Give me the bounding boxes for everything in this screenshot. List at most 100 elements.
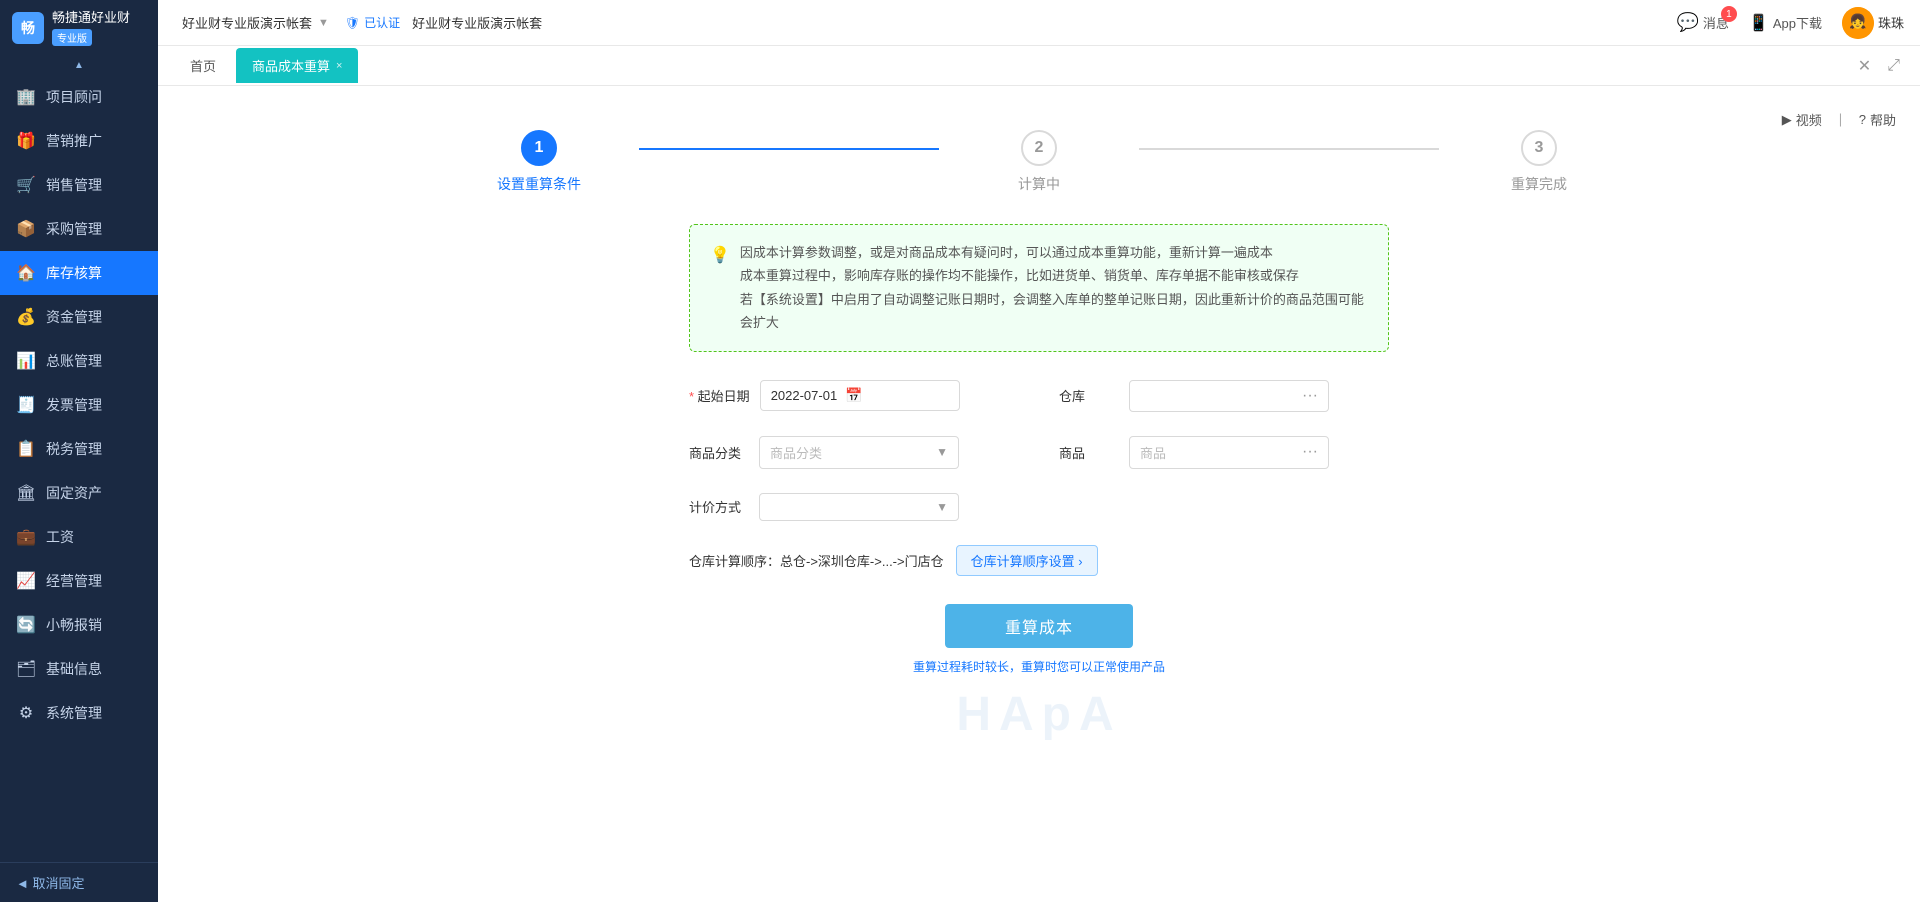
step-3: 3 重算完成 xyxy=(1439,130,1639,194)
content-area: ▶ 视频 ｜ ? 帮助 1 设置重算条件 2 计算中 xyxy=(158,86,1920,902)
warehouse-field: 仓库 ··· xyxy=(1059,380,1389,412)
goods-field: 商品 商品 ··· xyxy=(1059,436,1389,469)
warehouse-more-icon[interactable]: ··· xyxy=(1302,387,1318,405)
info-box: 💡 因成本计算参数调整，或是对商品成本有疑问时，可以通过成本重算功能，重新计算一… xyxy=(689,224,1389,352)
sidebar-item-expense[interactable]: 🔄 小畅报销 xyxy=(0,603,158,647)
category-select[interactable]: 商品分类 ▼ xyxy=(759,436,959,469)
sidebar-item-label: 销售管理 xyxy=(46,175,102,195)
goods-input[interactable]: 商品 ··· xyxy=(1129,436,1329,469)
category-dropdown-icon: ▼ xyxy=(936,445,948,459)
tab-home[interactable]: 首页 xyxy=(174,48,232,83)
window-close-button[interactable]: ✕ xyxy=(1854,52,1875,80)
account-select-text: 好业财专业版演示帐套 xyxy=(182,13,312,32)
calc-order-settings-button[interactable]: 仓库计算顺序设置 › xyxy=(956,545,1098,576)
sidebar-header: 畅 畅捷通好业财 专业版 xyxy=(0,0,158,56)
step-1-label: 设置重算条件 xyxy=(497,174,581,194)
category-label: 商品分类 xyxy=(689,443,749,462)
sidebar-item-tax[interactable]: 📋 税务管理 xyxy=(0,427,158,471)
account-select[interactable]: 好业财专业版演示帐套 ▼ xyxy=(174,9,337,36)
watermark: HApA xyxy=(956,687,1121,742)
step-1-num: 1 xyxy=(535,139,544,157)
info-text: 因成本计算参数调整，或是对商品成本有疑问时，可以通过成本重算功能，重新计算一遍成… xyxy=(740,241,1368,335)
sidebar-item-label: 固定资产 xyxy=(46,483,102,503)
sidebar-item-sales[interactable]: 🛒 销售管理 xyxy=(0,163,158,207)
sidebar-item-label: 基础信息 xyxy=(46,659,102,679)
scroll-up-indicator[interactable]: ▲ xyxy=(0,56,158,75)
sales-icon: 🛒 xyxy=(16,175,36,195)
purchase-icon: 📦 xyxy=(16,219,36,239)
sidebar-item-accounting[interactable]: 📊 总账管理 xyxy=(0,339,158,383)
window-expand-button[interactable]: ⤢ xyxy=(1883,53,1904,79)
marketing-icon: 🎁 xyxy=(16,131,36,151)
sidebar-item-label: 发票管理 xyxy=(46,395,102,415)
sidebar-item-inventory[interactable]: 🏠 库存核算 xyxy=(0,251,158,295)
sidebar-item-label: 库存核算 xyxy=(46,263,102,283)
step-2-circle: 2 xyxy=(1021,130,1057,166)
sidebar-item-label: 资金管理 xyxy=(46,307,102,327)
edition-badge: 专业版 xyxy=(52,29,92,46)
start-date-input[interactable]: 2022-07-01 📅 xyxy=(760,380,960,411)
step-3-circle: 3 xyxy=(1521,130,1557,166)
message-button[interactable]: 💬 消息 1 xyxy=(1676,12,1728,33)
operations-icon: 📈 xyxy=(16,571,36,591)
sidebar-item-purchase[interactable]: 📦 采购管理 xyxy=(0,207,158,251)
sidebar-item-assets[interactable]: 🏛 固定资产 xyxy=(0,471,158,515)
tab-home-label: 首页 xyxy=(190,56,216,75)
form-row-3: 计价方式 ▼ xyxy=(689,493,1389,521)
info-line-3: 若【系统设置】中启用了自动调整记账日期时，会调整入库单的整单记账日期，因此重新计… xyxy=(740,288,1368,335)
expense-icon: 🔄 xyxy=(16,615,36,635)
sidebar-item-label: 工资 xyxy=(46,527,74,547)
finance-icon: 💰 xyxy=(16,307,36,327)
warehouse-input[interactable]: ··· xyxy=(1129,380,1329,412)
sidebar-title-area: 畅捷通好业财 专业版 xyxy=(52,10,130,46)
accounting-icon: 📊 xyxy=(16,351,36,371)
main-area: 好业财专业版演示帐套 ▼ 🛡 已认证 好业财专业版演示帐套 💬 消息 1 📱 A… xyxy=(158,0,1920,902)
recalc-section: 重算成本 重算过程耗时较长，重算时您可以正常使用产品 xyxy=(198,604,1880,675)
sidebar-item-operations[interactable]: 📈 经营管理 xyxy=(0,559,158,603)
goods-more-icon[interactable]: ··· xyxy=(1302,443,1318,461)
tab-recalc[interactable]: 商品成本重算 × xyxy=(236,48,358,83)
sidebar-item-label: 营销推广 xyxy=(46,131,102,151)
start-date-label: * 起始日期 xyxy=(689,386,750,405)
system-icon: ⚙ xyxy=(16,703,36,723)
tab-close-icon[interactable]: × xyxy=(336,60,342,72)
payroll-icon: 💼 xyxy=(16,527,36,547)
step-3-label: 重算完成 xyxy=(1511,174,1567,194)
info-icon: 💡 xyxy=(710,242,730,335)
sidebar-item-system[interactable]: ⚙ 系统管理 xyxy=(0,691,158,735)
phone-icon: 📱 xyxy=(1749,13,1769,33)
sidebar-item-invoice[interactable]: 🧾 发票管理 xyxy=(0,383,158,427)
sidebar-item-basic[interactable]: 🗂 基础信息 xyxy=(0,647,158,691)
sidebar-item-label: 项目顾问 xyxy=(46,87,102,107)
user-profile-button[interactable]: 👧 珠珠 xyxy=(1842,7,1904,39)
calc-order-label: 仓库计算顺序：总仓->深圳仓库->...->门店仓 xyxy=(689,551,944,570)
form-row-1: * 起始日期 2022-07-01 📅 仓库 ··· xyxy=(689,380,1389,412)
sidebar-item-payroll[interactable]: 💼 工资 xyxy=(0,515,158,559)
sidebar-nav: 🏢 项目顾问 🎁 营销推广 🛒 销售管理 📦 采购管理 🏠 库存核算 💰 资金管… xyxy=(0,75,158,862)
calendar-icon[interactable]: 📅 xyxy=(845,387,862,404)
tax-icon: 📋 xyxy=(16,439,36,459)
tab-recalc-label: 商品成本重算 xyxy=(252,56,330,75)
start-date-field: * 起始日期 2022-07-01 📅 xyxy=(689,380,1019,411)
cert-shield-icon: 🛡 xyxy=(345,16,360,30)
sidebar-item-marketing[interactable]: 🎁 营销推广 xyxy=(0,119,158,163)
cert-badge: 🛡 已认证 xyxy=(345,14,400,31)
sidebar-item-finance[interactable]: 💰 资金管理 xyxy=(0,295,158,339)
step-2: 2 计算中 xyxy=(939,130,1139,194)
app-title: 畅捷通好业财 xyxy=(52,10,130,27)
app-download-button[interactable]: 📱 App下载 xyxy=(1749,13,1822,33)
sidebar-item-project[interactable]: 🏢 项目顾问 xyxy=(0,75,158,119)
info-line-1: 因成本计算参数调整，或是对商品成本有疑问时，可以通过成本重算功能，重新计算一遍成… xyxy=(740,241,1368,264)
category-placeholder: 商品分类 xyxy=(770,443,822,462)
steps: 1 设置重算条件 2 计算中 3 重算完成 xyxy=(198,110,1880,224)
step-2-label: 计算中 xyxy=(1018,174,1060,194)
start-date-value: 2022-07-01 xyxy=(771,388,838,403)
sidebar-unpin-button[interactable]: ◄ 取消固定 xyxy=(0,862,158,902)
info-line-2: 成本重算过程中，影响库存账的操作均不能操作，比如进货单、销货单、库存单据不能审核… xyxy=(740,264,1368,287)
topbar-actions: 💬 消息 1 📱 App下载 👧 珠珠 xyxy=(1676,7,1904,39)
goods-label: 商品 xyxy=(1059,443,1119,462)
warehouse-label: 仓库 xyxy=(1059,386,1119,405)
unpin-label: ◄ 取消固定 xyxy=(16,873,84,892)
pricing-select[interactable]: ▼ xyxy=(759,493,959,521)
recalc-button[interactable]: 重算成本 xyxy=(945,604,1133,648)
